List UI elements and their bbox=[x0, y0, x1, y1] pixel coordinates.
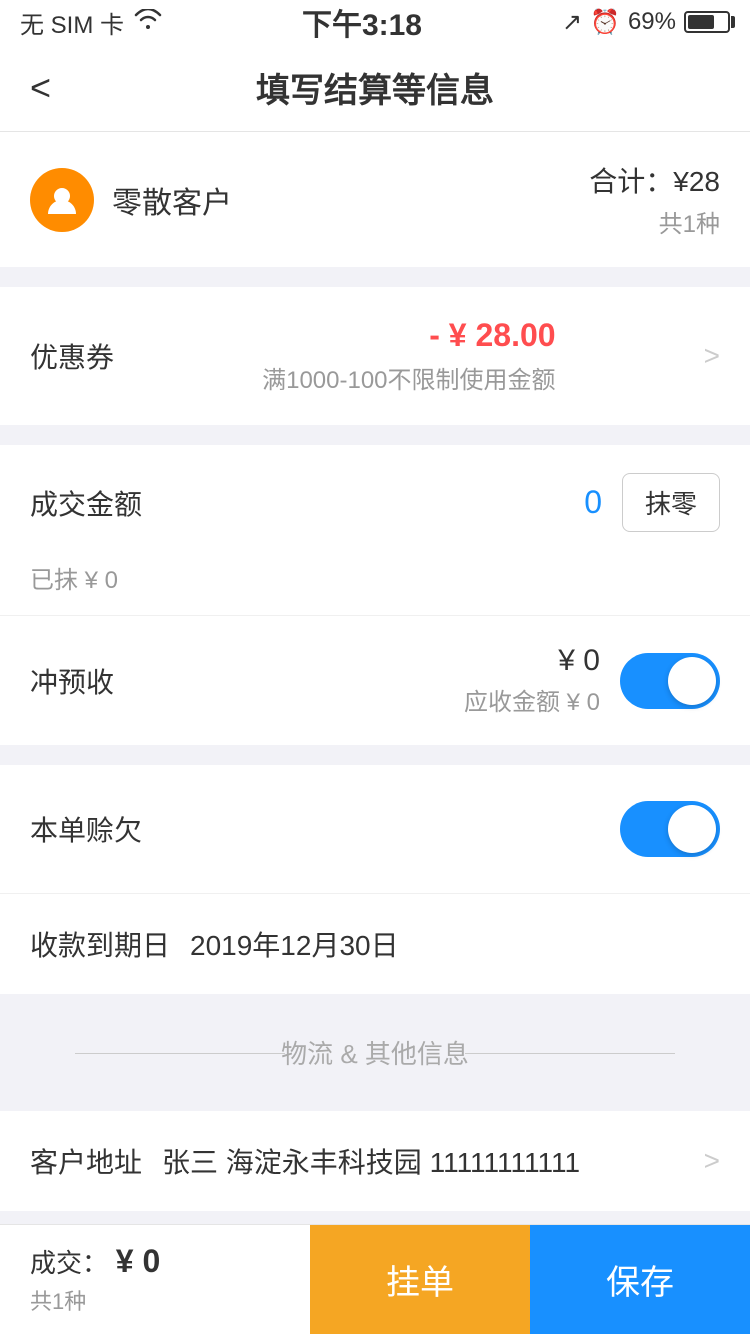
bottom-left: 成交： ¥ 0 共1种 bbox=[0, 1243, 310, 1316]
deal-amount-row: 成交金额 0 抹零 已抹 ¥ 0 bbox=[0, 445, 750, 615]
deal-sub-label: 已抹 ¥ 0 bbox=[0, 560, 750, 615]
customer-name: 零散客户 bbox=[112, 178, 232, 222]
address-row[interactable]: 客户地址 张三 海淀永丰科技园 11111111111 > bbox=[0, 1111, 750, 1211]
bottom-bar: 成交： ¥ 0 共1种 挂单 保存 bbox=[0, 1224, 750, 1334]
status-time: 下午3:18 bbox=[302, 0, 422, 44]
debt-toggle[interactable] bbox=[620, 801, 720, 857]
status-right: ↗ ⏰ 69% bbox=[562, 8, 730, 37]
address-value: 张三 海淀永丰科技园 11111111111 bbox=[162, 1141, 704, 1181]
advance-values: ¥ 0 应收金额 ¥ 0 bbox=[464, 644, 600, 717]
hold-button[interactable]: 挂单 bbox=[310, 1225, 530, 1334]
bottom-deal-row: 成交： ¥ 0 bbox=[30, 1243, 280, 1280]
due-date-value: 2019年12月30日 bbox=[190, 924, 399, 964]
total-count: 共1种 bbox=[589, 204, 720, 239]
status-bar: 无 SIM 卡 下午3:18 ↗ ⏰ 69% bbox=[0, 0, 750, 44]
debt-label: 本单赊欠 bbox=[30, 809, 142, 849]
battery-icon bbox=[684, 11, 730, 33]
logistics-divider: 物流 & 其他信息 bbox=[0, 1014, 750, 1091]
customer-left: 零散客户 bbox=[30, 168, 232, 232]
avatar bbox=[30, 168, 94, 232]
advance-right: ¥ 0 应收金额 ¥ 0 bbox=[464, 644, 720, 717]
deal-amount-value: 0 bbox=[584, 484, 602, 521]
total-label: 合计：¥28 bbox=[589, 160, 720, 200]
deal-amount-label: 成交金额 bbox=[30, 483, 142, 523]
coupon-section[interactable]: 优惠券 - ¥ 28.00 满1000-100不限制使用金额 > bbox=[0, 287, 750, 425]
page-title: 填写结算等信息 bbox=[256, 63, 494, 112]
advance-main-value: ¥ 0 bbox=[464, 644, 600, 678]
due-date-row[interactable]: 收款到期日 2019年12月30日 bbox=[0, 893, 750, 994]
coupon-amount: - ¥ 28.00 bbox=[262, 317, 555, 354]
address-section[interactable]: 客户地址 张三 海淀永丰科技园 11111111111 > bbox=[0, 1111, 750, 1211]
coupon-desc: 满1000-100不限制使用金额 bbox=[262, 360, 555, 395]
back-button[interactable]: < bbox=[30, 67, 51, 109]
bottom-count: 共1种 bbox=[30, 1284, 280, 1316]
status-left: 无 SIM 卡 bbox=[20, 5, 162, 40]
content-area: 零散客户 合计：¥28 共1种 优惠券 - ¥ 28.00 满1000-100不… bbox=[0, 132, 750, 1331]
advance-toggle-knob bbox=[668, 657, 716, 705]
wifi-icon bbox=[134, 8, 162, 36]
address-chevron-icon: > bbox=[704, 1145, 720, 1177]
address-label: 客户地址 bbox=[30, 1141, 142, 1181]
transaction-section: 成交金额 0 抹零 已抹 ¥ 0 冲预收 ¥ 0 应收金额 ¥ 0 bbox=[0, 445, 750, 745]
coupon-row[interactable]: 优惠券 - ¥ 28.00 满1000-100不限制使用金额 > bbox=[0, 287, 750, 425]
battery-percent: 69% bbox=[628, 8, 676, 36]
bottom-deal-amount: ¥ 0 bbox=[116, 1243, 160, 1279]
carrier-label: 无 SIM 卡 bbox=[20, 5, 124, 40]
deal-row-inner: 成交金额 0 抹零 bbox=[0, 445, 750, 560]
debt-row: 本单赊欠 bbox=[0, 765, 750, 893]
deal-right: 0 抹零 bbox=[584, 473, 720, 532]
coupon-label: 优惠券 bbox=[30, 336, 114, 376]
debt-toggle-knob bbox=[668, 805, 716, 853]
logistics-label: 物流 & 其他信息 bbox=[281, 1039, 469, 1069]
debt-section: 本单赊欠 收款到期日 2019年12月30日 bbox=[0, 765, 750, 994]
advance-row: 冲预收 ¥ 0 应收金额 ¥ 0 bbox=[0, 615, 750, 745]
coupon-chevron-icon: > bbox=[704, 340, 720, 372]
advance-label: 冲预收 bbox=[30, 661, 114, 701]
round-zero-button[interactable]: 抹零 bbox=[622, 473, 720, 532]
customer-right: 合计：¥28 共1种 bbox=[589, 160, 720, 239]
bottom-deal-label: 成交： bbox=[30, 1248, 108, 1278]
alarm-icon: ⏰ bbox=[590, 8, 620, 37]
coupon-right: - ¥ 28.00 满1000-100不限制使用金额 bbox=[262, 317, 555, 395]
customer-section: 零散客户 合计：¥28 共1种 bbox=[0, 132, 750, 267]
due-date-label: 收款到期日 bbox=[30, 924, 170, 964]
advance-sub-value: 应收金额 ¥ 0 bbox=[464, 682, 600, 717]
advance-toggle[interactable] bbox=[620, 653, 720, 709]
nav-bar: < 填写结算等信息 bbox=[0, 44, 750, 132]
location-icon: ↗ bbox=[562, 8, 582, 37]
save-button[interactable]: 保存 bbox=[530, 1225, 750, 1334]
